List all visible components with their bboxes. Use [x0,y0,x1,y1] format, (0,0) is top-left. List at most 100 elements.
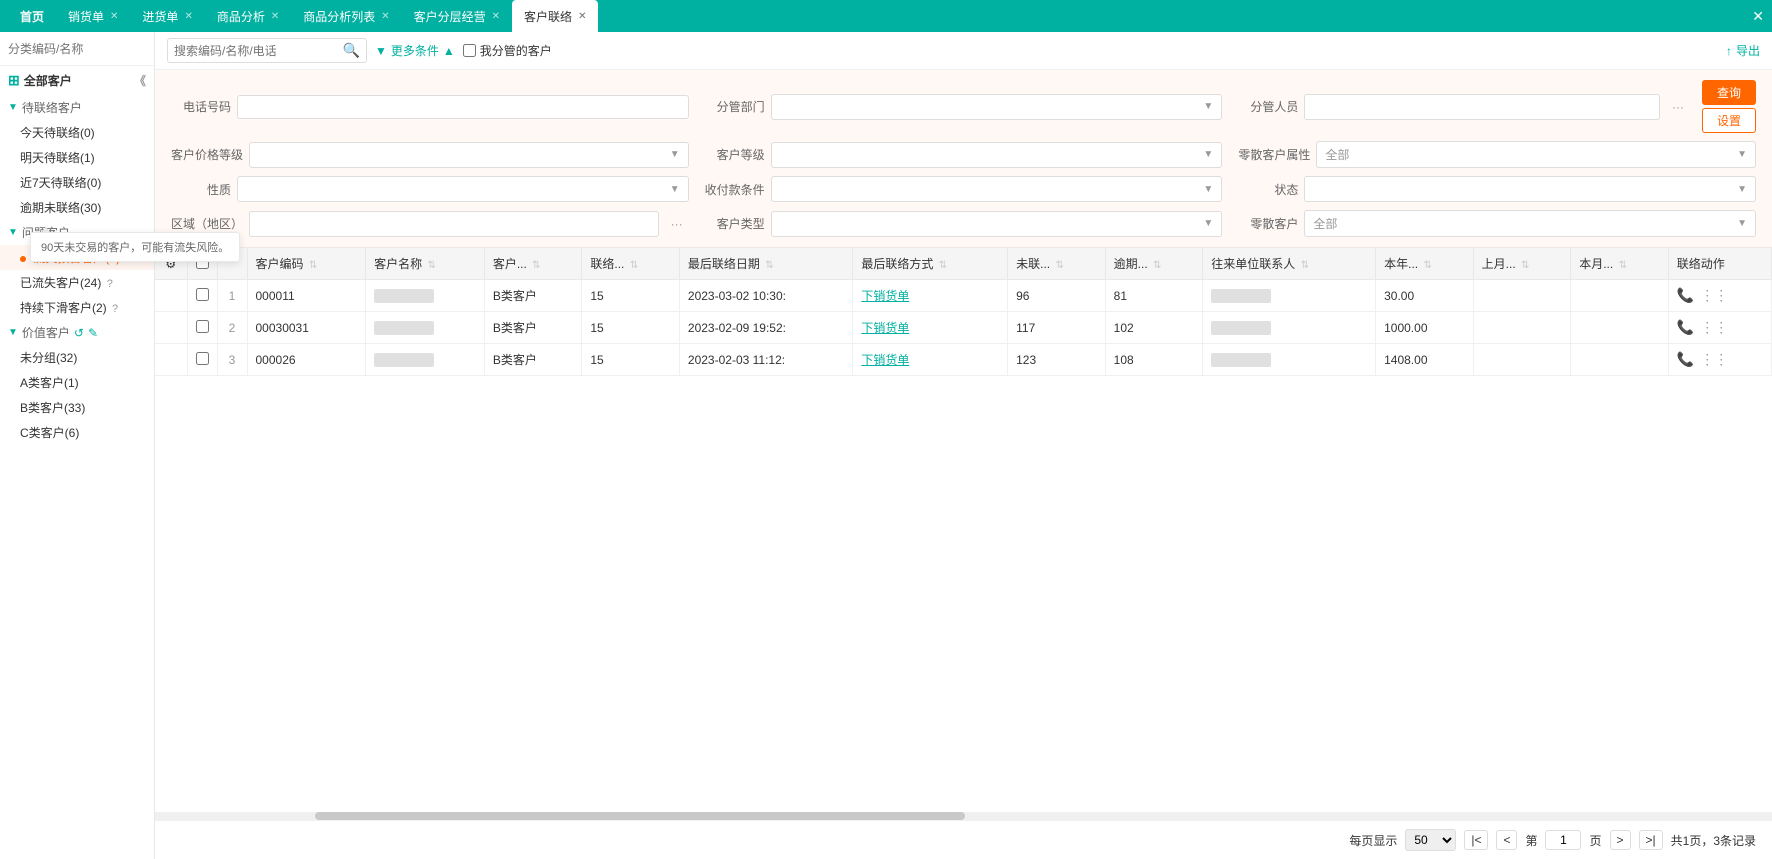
td-checkbox-3[interactable] [187,344,217,376]
person-more-btn[interactable]: ··· [1666,100,1690,114]
tab-customer-tier-close[interactable]: ✕ [492,11,500,22]
td-action-2: 📞 ⋮⋮ [1668,312,1771,344]
phone-input[interactable] [237,95,689,119]
td-method-3[interactable]: 下销货单 [853,344,1008,376]
th-overdue[interactable]: 逾期... ⇅ [1105,248,1203,280]
action-more-icon-2[interactable]: ⋮⋮ [1700,319,1728,336]
action-more-icon-1[interactable]: ⋮⋮ [1700,287,1728,304]
person-select[interactable] [1304,94,1660,120]
td-checkbox-2[interactable] [187,312,217,344]
first-page-btn[interactable]: |< [1464,830,1488,850]
tab-purchase[interactable]: 进货单 ✕ [130,0,204,32]
td-uncontacted-1: 96 [1008,280,1106,312]
row-checkbox-1[interactable] [196,288,209,301]
sidebar-item-ungrouped[interactable]: 未分组(32) [0,345,154,370]
region-more-btn[interactable]: ··· [665,217,689,231]
th-contact[interactable]: 联络... ⇅ [582,248,680,280]
tab-purchase-close[interactable]: ✕ [184,11,192,22]
row-checkbox-3[interactable] [196,352,209,365]
search-input[interactable] [174,44,343,58]
export-icon: ↑ [1726,44,1732,58]
search-button-icon[interactable]: 🔍 [343,42,360,59]
sidebar-item-already-lost[interactable]: 已流失客户(24) ? [0,270,154,295]
active-dot [20,256,26,262]
sidebar-section-value[interactable]: ▼ 价值客户 ↺ ✎ [0,320,154,345]
region-select[interactable] [249,211,659,237]
tab-analysis-list-close[interactable]: ✕ [381,11,389,22]
page-number-input[interactable] [1545,830,1581,850]
sort-icon-code: ⇅ [309,260,317,271]
th-code[interactable]: 客户编码 ⇅ [247,248,366,280]
tab-customer-tier[interactable]: 客户分层经营 ✕ [402,0,512,32]
edit-icon[interactable]: ✎ [88,326,98,340]
tab-analysis[interactable]: 商品分析 ✕ [205,0,291,32]
sidebar-all-customers[interactable]: ⊞ 全部客户 《 [0,66,154,95]
my-customer-checkbox-area[interactable]: 我分管的客户 [463,42,552,59]
sidebar-item-overdue[interactable]: 逾期未联络(30) [0,195,154,220]
td-method-2[interactable]: 下销货单 [853,312,1008,344]
action-phone-icon-1[interactable]: 📞 [1677,287,1694,304]
sidebar-item-declining[interactable]: 持续下滑客户(2) ? [0,295,154,320]
td-method-1[interactable]: 下销货单 [853,280,1008,312]
th-name[interactable]: 客户名称 ⇅ [366,248,485,280]
td-checkbox-1[interactable] [187,280,217,312]
settings-button[interactable]: 设置 [1702,108,1756,133]
th-uncontacted[interactable]: 未联... ⇅ [1008,248,1106,280]
th-contact-person[interactable]: 往来单位联系人 ⇅ [1203,248,1376,280]
th-last-date[interactable]: 最后联络日期 ⇅ [679,248,852,280]
th-this-month[interactable]: 本月... ⇅ [1571,248,1669,280]
tab-analysis-list[interactable]: 商品分析列表 ✕ [291,0,401,32]
customer-type-select[interactable]: ▼ [771,211,1223,237]
td-type-1: B类客户 [484,280,582,312]
horizontal-scrollbar[interactable] [155,812,1772,820]
filter-button[interactable]: ▼ 更多条件 ▲ [375,42,455,59]
tab-customer-contact-close[interactable]: ✕ [578,11,586,22]
zero-attr-select[interactable]: 全部 ▼ [1316,141,1756,168]
sidebar-collapse-btn[interactable]: 《 [134,72,146,89]
query-button[interactable]: 查询 [1702,80,1756,105]
export-button[interactable]: ↑ 导出 [1726,42,1760,59]
table-row: 1 000011 B类客户 15 2023-03-02 10:30: 下销货单 … [155,280,1772,312]
action-phone-icon-3[interactable]: 📞 [1677,351,1694,368]
action-phone-icon-2[interactable]: 📞 [1677,319,1694,336]
sort-icon-type: ⇅ [532,260,540,271]
sidebar-item-class-a[interactable]: A类客户(1) [0,370,154,395]
gender-select[interactable]: ▼ [237,176,689,202]
th-this-year[interactable]: 本年... ⇅ [1376,248,1474,280]
my-customer-checkbox[interactable] [463,44,476,57]
last-page-btn[interactable]: >| [1639,830,1663,850]
tab-analysis-close[interactable]: ✕ [271,11,279,22]
tab-sales[interactable]: 销货单 ✕ [56,0,130,32]
customer-level-select[interactable]: ▼ [771,142,1223,168]
price-level-select[interactable]: ▼ [249,142,689,168]
status-select[interactable]: ▼ [1304,176,1756,202]
sidebar-item-today[interactable]: 今天待联络(0) [0,120,154,145]
tab-home[interactable]: 首页 [8,0,56,32]
next-page-btn[interactable]: > [1610,830,1631,850]
zero-customer-select[interactable]: 全部 ▼ [1304,210,1756,237]
sidebar-item-tomorrow[interactable]: 明天待联络(1) [0,145,154,170]
th-customer-type[interactable]: 客户... ⇅ [484,248,582,280]
customer-type-label: 客户类型 [705,215,765,232]
sidebar-item-class-c[interactable]: C类客户(6) [0,420,154,445]
refresh-icon[interactable]: ↺ [74,326,84,340]
payment-select[interactable]: ▼ [771,176,1223,202]
sidebar-item-class-b[interactable]: B类客户(33) [0,395,154,420]
tab-customer-contact[interactable]: 客户联络 ✕ [512,0,598,32]
dept-select[interactable]: ▼ [771,94,1223,120]
row-checkbox-2[interactable] [196,320,209,333]
sidebar-search-input[interactable] [8,42,155,56]
tab-sales-close[interactable]: ✕ [110,11,118,22]
sidebar-section-pending[interactable]: ▼ 待联络客户 [0,95,154,120]
th-last-month[interactable]: 上月... ⇅ [1473,248,1571,280]
sidebar-item-7days[interactable]: 近7天待联络(0) [0,170,154,195]
sort-icon-name: ⇅ [428,260,436,271]
th-last-method[interactable]: 最后联络方式 ⇅ [853,248,1008,280]
window-close-button[interactable]: ✕ [1752,8,1764,25]
per-page-select[interactable]: 50 100 200 [1405,829,1456,851]
filter-dept: 分管部门 ▼ [705,80,1223,133]
payment-arrow: ▼ [1203,184,1213,195]
prev-page-btn[interactable]: < [1496,830,1517,850]
action-more-icon-3[interactable]: ⋮⋮ [1700,351,1728,368]
scrollbar-thumb[interactable] [315,812,965,820]
